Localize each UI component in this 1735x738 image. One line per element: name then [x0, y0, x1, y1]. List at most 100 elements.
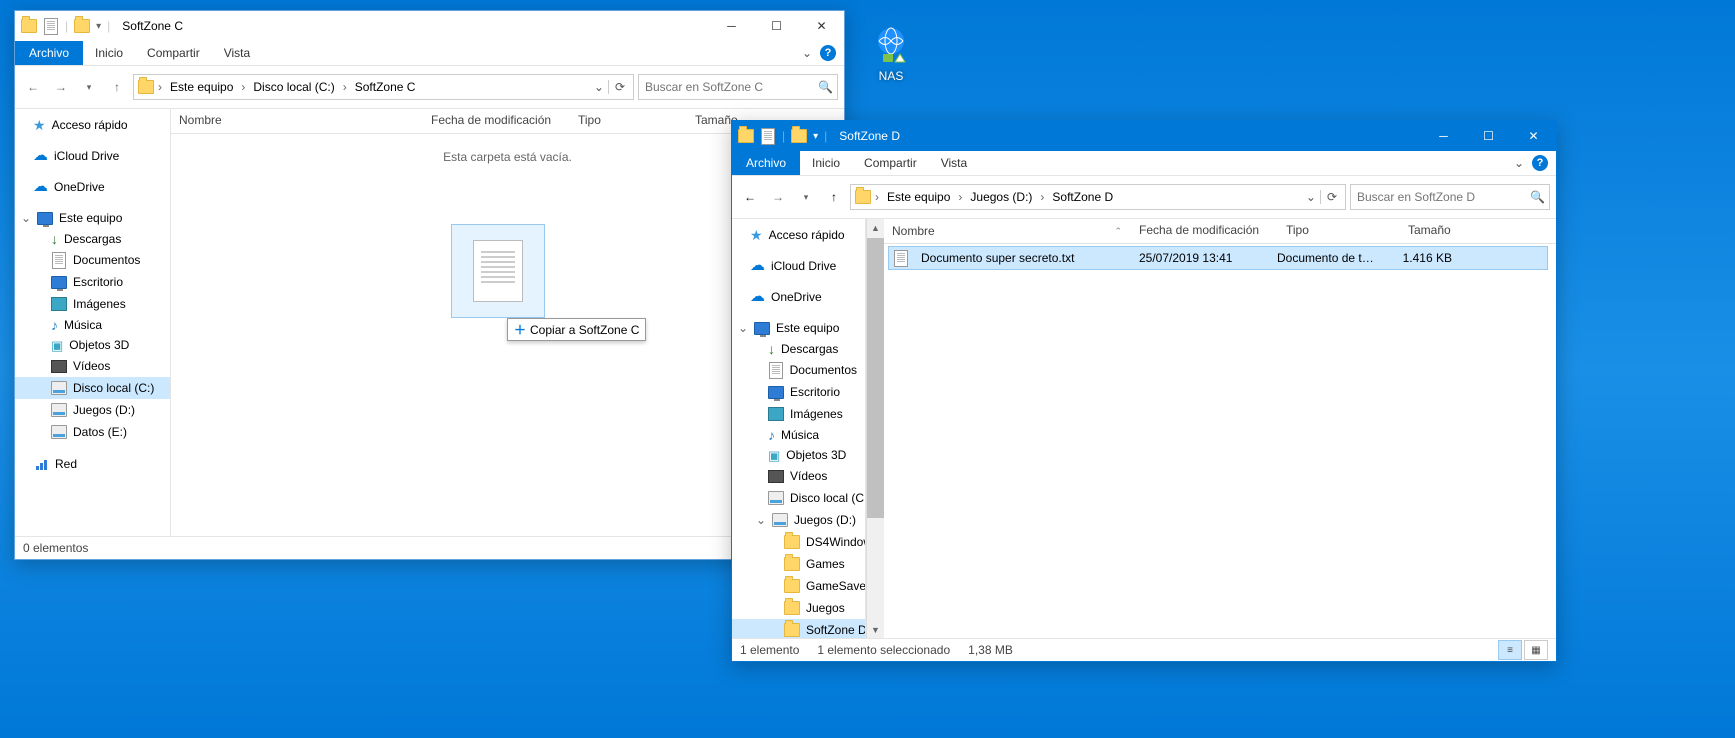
nav-scrollbar[interactable]: ▲ ▼	[866, 219, 884, 638]
nav-disk-d[interactable]: ⌄Juegos (D:)	[732, 509, 865, 531]
search-field[interactable]	[643, 79, 818, 95]
expand-icon[interactable]: ⌄	[738, 321, 748, 335]
close-button[interactable]: ✕	[1511, 121, 1556, 151]
col-date[interactable]: Fecha de modificación	[423, 109, 570, 133]
content-area[interactable]: Nombre⌃ Fecha de modificación Tipo Tamañ…	[884, 219, 1556, 638]
search-input[interactable]: 🔍	[1350, 184, 1550, 210]
minimize-button[interactable]: ─	[1421, 121, 1466, 151]
nav-disk-c[interactable]: Disco local (C:)	[15, 377, 170, 399]
maximize-button[interactable]: ☐	[754, 11, 799, 41]
help-icon[interactable]: ?	[1532, 155, 1548, 171]
up-button[interactable]: ↑	[822, 185, 846, 209]
col-name[interactable]: Nombre	[171, 109, 423, 133]
nav-icloud[interactable]: ☁iCloud Drive	[732, 255, 865, 276]
maximize-button[interactable]: ☐	[1466, 121, 1511, 151]
nav-downloads[interactable]: ↓Descargas	[15, 229, 170, 249]
search-icon[interactable]: 🔍	[818, 80, 833, 94]
nav-desktop[interactable]: Escritorio	[15, 271, 170, 293]
tab-inicio[interactable]: Inicio	[800, 151, 852, 175]
back-button[interactable]: ←	[21, 75, 45, 99]
view-icons-button[interactable]: ▦	[1524, 640, 1548, 660]
tab-archivo[interactable]: Archivo	[15, 41, 83, 65]
nav-quick-access[interactable]: ★Acceso rápido	[15, 115, 170, 135]
navigation-pane[interactable]: ★Acceso rápido ☁iCloud Drive ☁OneDrive ⌄…	[732, 219, 866, 638]
nav-pictures[interactable]: Imágenes	[732, 403, 865, 425]
scroll-down[interactable]: ▼	[867, 621, 884, 638]
expand-icon[interactable]: ⌄	[756, 513, 766, 527]
nav-folder-juegos[interactable]: Juegos	[732, 597, 865, 619]
help-icon[interactable]: ?	[820, 45, 836, 61]
nav-documents[interactable]: Documentos	[15, 249, 170, 271]
nav-disk-e[interactable]: Datos (E:)	[15, 421, 170, 443]
nav-icloud[interactable]: ☁iCloud Drive	[15, 145, 170, 166]
expand-icon[interactable]: ⌄	[21, 211, 31, 225]
close-button[interactable]: ✕	[799, 11, 844, 41]
breadcrumb-seg[interactable]: Este equipo	[881, 185, 956, 209]
breadcrumb-seg[interactable]: Juegos (D:)	[964, 185, 1038, 209]
column-headers[interactable]: Nombre⌃ Fecha de modificación Tipo Tamañ…	[884, 219, 1556, 244]
ribbon-expand-icon[interactable]: ⌄	[802, 46, 812, 60]
chevron-down-icon[interactable]: ⌄	[590, 80, 608, 94]
col-type[interactable]: Tipo	[1278, 219, 1400, 243]
back-button[interactable]: ←	[738, 185, 762, 209]
nav-desktop[interactable]: Escritorio	[732, 381, 865, 403]
nav-3d[interactable]: ▣Objetos 3D	[15, 335, 170, 355]
nav-folder-gsm[interactable]: GameSave Man	[732, 575, 865, 597]
up-button[interactable]: ↑	[105, 75, 129, 99]
tab-compartir[interactable]: Compartir	[852, 151, 929, 175]
nav-videos[interactable]: Vídeos	[732, 465, 865, 487]
col-name[interactable]: Nombre⌃	[884, 219, 1131, 243]
nav-folder-ds4[interactable]: DS4Windows	[732, 531, 865, 553]
recent-button[interactable]: ▾	[794, 185, 818, 209]
titlebar[interactable]: | ▾ | SoftZone D ─ ☐ ✕	[732, 121, 1556, 151]
minimize-button[interactable]: ─	[709, 11, 754, 41]
nav-onedrive[interactable]: ☁OneDrive	[732, 286, 865, 307]
qat-chevron[interactable]: ▾	[96, 21, 101, 32]
tab-archivo[interactable]: Archivo	[732, 151, 800, 175]
breadcrumb-seg[interactable]: SoftZone C	[349, 75, 422, 99]
nav-onedrive[interactable]: ☁OneDrive	[15, 176, 170, 197]
nav-this-pc[interactable]: ⌄Este equipo	[732, 317, 865, 339]
nav-music[interactable]: ♪Música	[732, 425, 865, 445]
nav-videos[interactable]: Vídeos	[15, 355, 170, 377]
qat-chevron[interactable]: ▾	[813, 131, 818, 142]
tab-inicio[interactable]: Inicio	[83, 41, 135, 65]
chevron-down-icon[interactable]: ⌄	[1302, 190, 1320, 204]
nav-disk-d[interactable]: Juegos (D:)	[15, 399, 170, 421]
qat-icon[interactable]	[43, 18, 59, 34]
forward-button[interactable]: →	[49, 75, 73, 99]
qat-icon[interactable]	[760, 128, 776, 144]
tab-vista[interactable]: Vista	[929, 151, 979, 175]
nav-pictures[interactable]: Imágenes	[15, 293, 170, 315]
ribbon-expand-icon[interactable]: ⌄	[1514, 156, 1524, 170]
search-icon[interactable]: 🔍	[1530, 190, 1545, 204]
col-type[interactable]: Tipo	[570, 109, 687, 133]
scroll-thumb[interactable]	[867, 238, 884, 518]
nav-quick-access[interactable]: ★Acceso rápido	[732, 225, 865, 245]
nav-this-pc[interactable]: ⌄Este equipo	[15, 207, 170, 229]
search-field[interactable]	[1355, 189, 1530, 205]
file-list[interactable]: Documento super secreto.txt 25/07/2019 1…	[884, 244, 1556, 638]
nav-network[interactable]: Red	[15, 453, 170, 475]
col-date[interactable]: Fecha de modificación	[1131, 219, 1278, 243]
file-row[interactable]: Documento super secreto.txt 25/07/2019 1…	[888, 246, 1548, 270]
col-size[interactable]: Tamaño	[1400, 219, 1487, 243]
nav-disk-c[interactable]: Disco local (C:)	[732, 487, 865, 509]
navigation-pane[interactable]: ★Acceso rápido ☁iCloud Drive ☁OneDrive ⌄…	[15, 109, 171, 536]
nav-folder-games[interactable]: Games	[732, 553, 865, 575]
refresh-icon[interactable]: ⟳	[608, 80, 631, 94]
tab-compartir[interactable]: Compartir	[135, 41, 212, 65]
nav-folder-softzone-d[interactable]: SoftZone D	[732, 619, 865, 638]
breadcrumb-seg[interactable]: Disco local (C:)	[247, 75, 340, 99]
breadcrumb-seg[interactable]: SoftZone D	[1046, 185, 1119, 209]
forward-button[interactable]: →	[766, 185, 790, 209]
nav-music[interactable]: ♪Música	[15, 315, 170, 335]
nav-documents[interactable]: Documentos	[732, 359, 865, 381]
desktop-icon-nas[interactable]: NAS	[854, 26, 928, 83]
breadcrumb[interactable]: › Este equipo › Juegos (D:) › SoftZone D…	[850, 184, 1346, 210]
recent-button[interactable]: ▾	[77, 75, 101, 99]
view-details-button[interactable]: ≡	[1498, 640, 1522, 660]
breadcrumb[interactable]: › Este equipo › Disco local (C:) › SoftZ…	[133, 74, 634, 100]
tab-vista[interactable]: Vista	[212, 41, 262, 65]
search-input[interactable]: 🔍	[638, 74, 838, 100]
